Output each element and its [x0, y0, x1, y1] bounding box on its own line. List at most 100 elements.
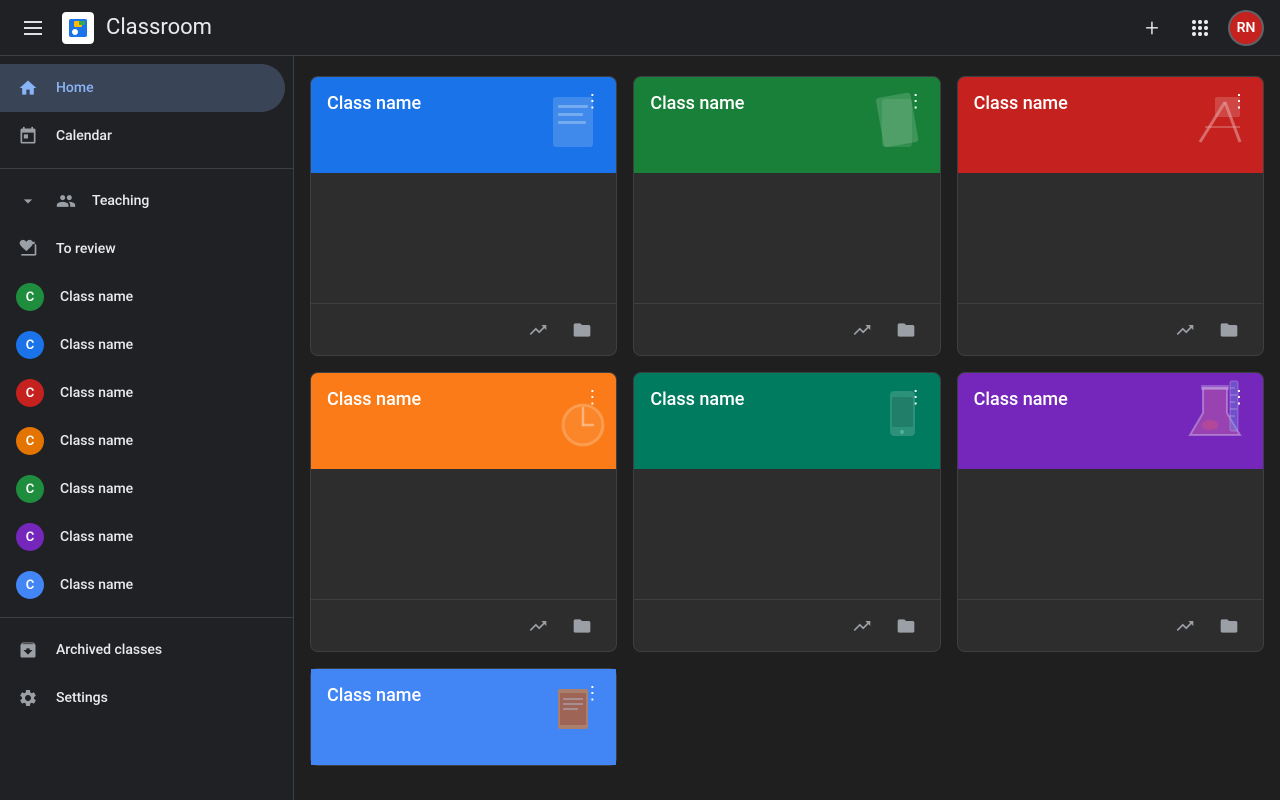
card-header-6: Class name ⋮: [311, 669, 616, 765]
card-title-5: Class name: [974, 389, 1068, 410]
card-body-3: [311, 469, 616, 599]
sidebar-class-5[interactable]: C Class name: [0, 513, 285, 561]
card-footer-1: [634, 303, 939, 355]
class-card-6[interactable]: Class name ⋮: [310, 668, 617, 766]
sidebar-item-settings[interactable]: Settings: [0, 674, 285, 722]
sidebar-class-0[interactable]: C Class name: [0, 273, 285, 321]
card-footer-3: [311, 599, 616, 651]
calendar-label: Calendar: [56, 128, 112, 144]
trending-up-btn-5[interactable]: [1167, 608, 1203, 644]
topbar-left: Classroom: [16, 12, 1132, 44]
class-label-4: Class name: [60, 481, 133, 497]
card-title-6: Class name: [327, 685, 421, 706]
class-card-5[interactable]: Class name ⋮: [957, 372, 1264, 652]
class-label-6: Class name: [60, 577, 133, 593]
trending-up-btn-3[interactable]: [520, 608, 556, 644]
class-avatar-4: C: [16, 475, 44, 503]
sidebar-class-3[interactable]: C Class name: [0, 417, 285, 465]
card-body-0: [311, 173, 616, 303]
trending-up-btn-4[interactable]: [844, 608, 880, 644]
card-footer-0: [311, 303, 616, 355]
class-avatar-3: C: [16, 427, 44, 455]
folder-btn-2[interactable]: [1211, 312, 1247, 348]
to-review-icon: [16, 237, 40, 261]
class-avatar-5: C: [16, 523, 44, 551]
card-menu-btn-1[interactable]: ⋮: [900, 85, 932, 117]
class-label-1: Class name: [60, 337, 133, 353]
home-icon: [16, 76, 40, 100]
card-title-4: Class name: [650, 389, 744, 410]
trending-up-btn-2[interactable]: [1167, 312, 1203, 348]
folder-btn-4[interactable]: [888, 608, 924, 644]
card-header-5: Class name ⋮: [958, 373, 1263, 469]
card-header-1: Class name ⋮: [634, 77, 939, 173]
sidebar-class-4[interactable]: C Class name: [0, 465, 285, 513]
home-label: Home: [56, 80, 94, 96]
divider-2: [0, 617, 293, 618]
user-avatar[interactable]: RN: [1228, 10, 1264, 46]
trending-up-btn-0[interactable]: [520, 312, 556, 348]
archive-icon: [16, 638, 40, 662]
sidebar-item-calendar[interactable]: Calendar: [0, 112, 285, 160]
sidebar-class-1[interactable]: C Class name: [0, 321, 285, 369]
card-footer-4: [634, 599, 939, 651]
class-label-5: Class name: [60, 529, 133, 545]
class-grid: Class name ⋮: [310, 76, 1264, 766]
app-title: Classroom: [106, 15, 212, 40]
apps-icon[interactable]: [1180, 8, 1220, 48]
card-body-2: [958, 173, 1263, 303]
archived-label: Archived classes: [56, 642, 162, 658]
people-icon: [56, 191, 76, 211]
folder-btn-1[interactable]: [888, 312, 924, 348]
card-header-2: Class name ⋮: [958, 77, 1263, 173]
class-label-3: Class name: [60, 433, 133, 449]
class-card-0[interactable]: Class name ⋮: [310, 76, 617, 356]
settings-icon: [16, 686, 40, 710]
trending-up-btn-1[interactable]: [844, 312, 880, 348]
class-card-1[interactable]: Class name ⋮: [633, 76, 940, 356]
sidebar-item-home[interactable]: Home: [0, 64, 285, 112]
to-review-label: To review: [56, 241, 116, 257]
card-menu-btn-5[interactable]: ⋮: [1223, 381, 1255, 413]
folder-btn-5[interactable]: [1211, 608, 1247, 644]
card-body-1: [634, 173, 939, 303]
settings-label: Settings: [56, 690, 108, 706]
sidebar-item-archived[interactable]: Archived classes: [0, 626, 285, 674]
sidebar: Home Calendar Teaching To review C Clas: [0, 56, 294, 800]
card-menu-btn-2[interactable]: ⋮: [1223, 85, 1255, 117]
sidebar-class-6[interactable]: C Class name: [0, 561, 285, 609]
card-footer-2: [958, 303, 1263, 355]
card-footer-5: [958, 599, 1263, 651]
class-label-0: Class name: [60, 289, 133, 305]
class-avatar-2: C: [16, 379, 44, 407]
topbar: Classroom + RN: [0, 0, 1280, 56]
app-logo: [62, 12, 94, 44]
card-header-3: Class name ⋮: [311, 373, 616, 469]
sidebar-item-to-review[interactable]: To review: [0, 225, 285, 273]
chevron-down-icon: [16, 189, 40, 213]
class-avatar-6: C: [16, 571, 44, 599]
menu-icon[interactable]: [16, 13, 50, 43]
calendar-icon: [16, 124, 40, 148]
card-header-4: Class name ⋮: [634, 373, 939, 469]
card-title-1: Class name: [650, 93, 744, 114]
folder-btn-3[interactable]: [564, 608, 600, 644]
class-card-2[interactable]: Class name ⋮: [957, 76, 1264, 356]
card-title-0: Class name: [327, 93, 421, 114]
card-body-5: [958, 469, 1263, 599]
card-title-2: Class name: [974, 93, 1068, 114]
class-avatar-1: C: [16, 331, 44, 359]
topbar-right: + RN: [1132, 8, 1264, 48]
divider-1: [0, 168, 293, 169]
sidebar-class-2[interactable]: C Class name: [0, 369, 285, 417]
add-button[interactable]: +: [1132, 8, 1172, 48]
class-card-3[interactable]: Class name ⋮: [310, 372, 617, 652]
folder-btn-0[interactable]: [564, 312, 600, 348]
card-menu-btn-4[interactable]: ⋮: [900, 381, 932, 413]
card-title-3: Class name: [327, 389, 421, 410]
card-body-4: [634, 469, 939, 599]
class-card-4[interactable]: Class name ⋮: [633, 372, 940, 652]
class-label-2: Class name: [60, 385, 133, 401]
teaching-label: Teaching: [92, 193, 149, 209]
teaching-section-header[interactable]: Teaching: [0, 177, 293, 225]
